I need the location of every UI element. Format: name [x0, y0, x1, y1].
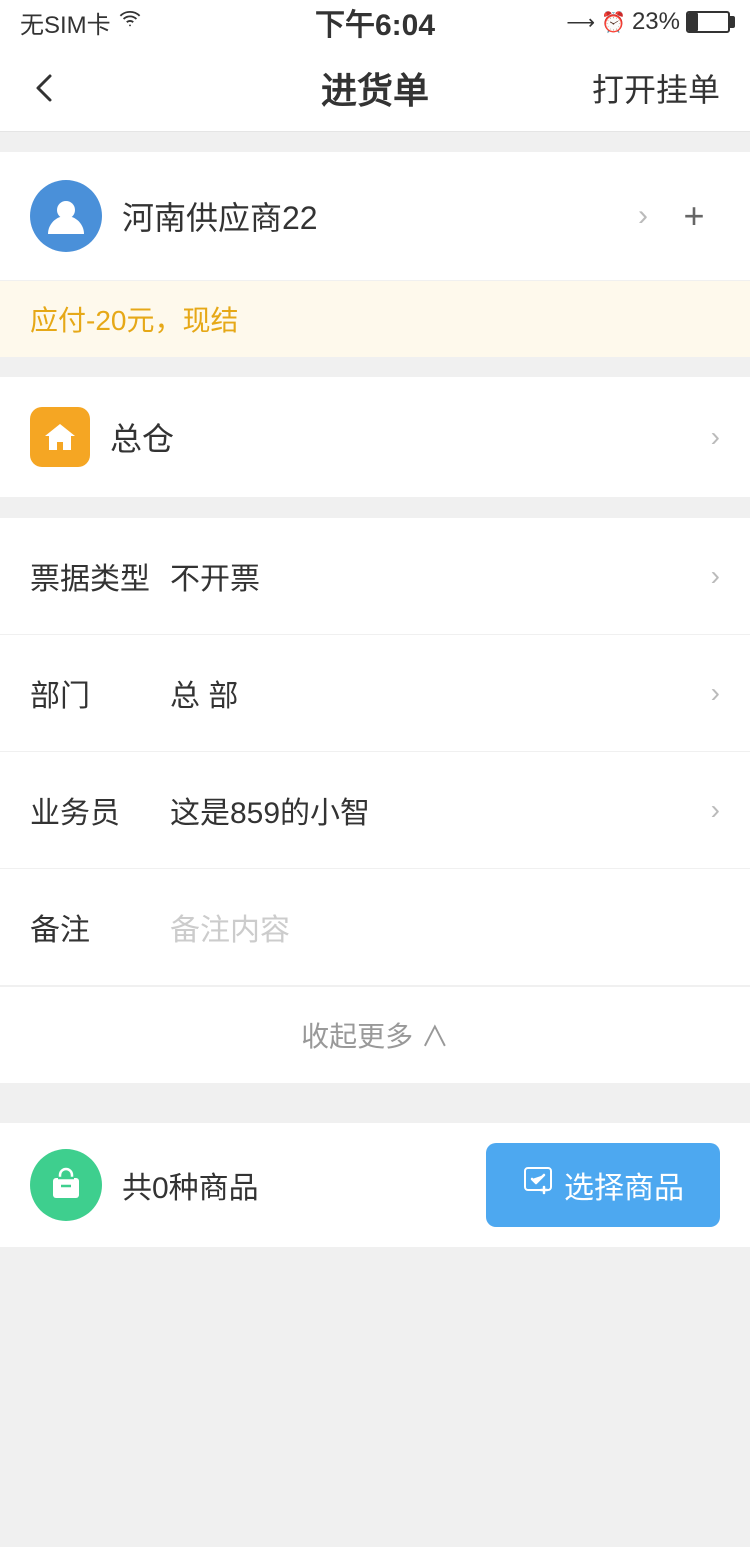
open-pending-button[interactable]: 打开挂单	[592, 65, 720, 111]
nav-bar: 进货单 打开挂单	[0, 44, 750, 132]
form-row-department[interactable]: 部门 总 部 ›	[0, 635, 750, 752]
select-product-label: 选择商品	[564, 1163, 684, 1207]
supplier-row[interactable]: 河南供应商22 › +	[0, 152, 750, 281]
remark-label: 备注	[30, 905, 170, 949]
form-row-salesperson[interactable]: 业务员 这是859的小智 ›	[0, 752, 750, 869]
supplier-chevron-icon: ›	[638, 199, 648, 233]
section-gap-2	[0, 357, 750, 377]
page-background	[0, 1247, 750, 1547]
location-icon: ⟶	[566, 10, 595, 35]
form-row-remark[interactable]: 备注 备注内容	[0, 869, 750, 986]
invoice-label: 票据类型	[30, 554, 170, 598]
invoice-value: 不开票	[170, 554, 711, 598]
form-section: 票据类型 不开票 › 部门 总 部 › 业务员 这是859的小智 › 备注 备注…	[0, 518, 750, 1083]
product-bar: 共0种商品 选择商品	[0, 1123, 750, 1247]
salesperson-label: 业务员	[30, 788, 170, 832]
back-button[interactable]	[30, 66, 60, 110]
form-row-invoice[interactable]: 票据类型 不开票 ›	[0, 518, 750, 635]
add-supplier-button[interactable]: +	[668, 190, 720, 242]
salesperson-value: 这是859的小智	[170, 788, 711, 832]
product-icon	[30, 1149, 102, 1221]
status-left: 无SIM卡	[20, 5, 141, 40]
supplier-section: 河南供应商22 › + 应付-20元，现结	[0, 152, 750, 357]
warehouse-name: 总仓	[110, 414, 711, 460]
collapse-button[interactable]: 收起更多 ∧	[0, 986, 750, 1083]
invoice-chevron-icon: ›	[711, 560, 720, 592]
section-gap-4	[0, 1083, 750, 1103]
page-title: 进货单	[321, 62, 429, 114]
section-gap-3	[0, 498, 750, 518]
department-label: 部门	[30, 671, 170, 715]
remark-value: 备注内容	[170, 905, 720, 949]
warehouse-row[interactable]: 总仓 ›	[0, 377, 750, 498]
alarm-icon: ⏰	[601, 10, 626, 35]
wifi-icon	[119, 8, 141, 37]
status-time: 下午6:04	[315, 0, 435, 44]
warehouse-icon	[30, 407, 90, 467]
status-bar: 无SIM卡 下午6:04 ⟶ ⏰ 23%	[0, 0, 750, 44]
battery-icon	[686, 11, 730, 33]
section-gap-1	[0, 132, 750, 152]
carrier-text: 无SIM卡	[20, 5, 111, 40]
select-product-button[interactable]: 选择商品	[486, 1143, 720, 1227]
department-chevron-icon: ›	[711, 677, 720, 709]
product-count: 共0种商品	[122, 1163, 486, 1207]
warehouse-chevron-icon: ›	[711, 421, 720, 453]
notice-banner: 应付-20元，现结	[0, 281, 750, 357]
battery-text: 23%	[632, 8, 680, 36]
select-icon	[522, 1165, 554, 1205]
status-right: ⟶ ⏰ 23%	[566, 8, 730, 36]
supplier-name: 河南供应商22	[122, 193, 638, 239]
department-value: 总 部	[170, 671, 711, 715]
salesperson-chevron-icon: ›	[711, 794, 720, 826]
supplier-avatar	[30, 180, 102, 252]
